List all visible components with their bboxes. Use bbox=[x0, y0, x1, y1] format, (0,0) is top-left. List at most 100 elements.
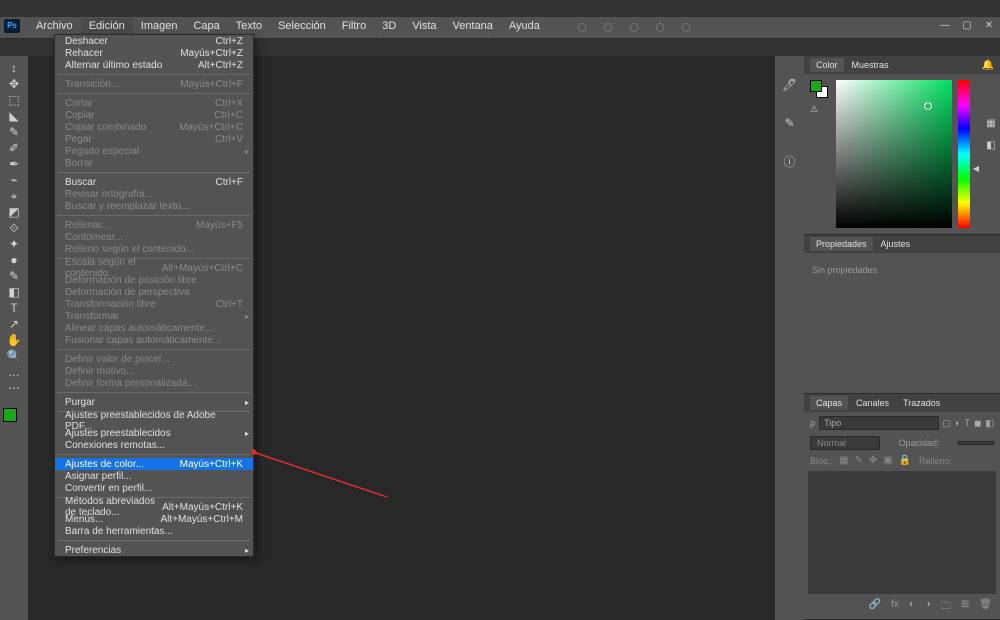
tool-icon[interactable]: ✎ bbox=[2, 124, 26, 140]
tool-icon[interactable]: ↕ bbox=[2, 60, 26, 76]
notifications-icon[interactable]: 🔔 bbox=[982, 60, 994, 71]
lock-pixels-icon[interactable]: ▦ bbox=[839, 455, 848, 466]
lock-brush-icon[interactable]: ✎ bbox=[854, 455, 862, 466]
tool-icon[interactable]: … bbox=[2, 364, 26, 380]
mode3d-icon: ⬡ bbox=[572, 19, 592, 37]
info-icon[interactable]: ⓘ bbox=[781, 152, 799, 170]
menu-item-label: Alinear capas automáticamente... bbox=[65, 323, 213, 334]
lock-artboard-icon[interactable]: ▣ bbox=[883, 455, 892, 466]
menu-ventana[interactable]: Ventana bbox=[445, 18, 501, 34]
menu-item[interactable]: Preferencias bbox=[55, 544, 253, 556]
opacity-input[interactable] bbox=[958, 441, 994, 445]
menu-item[interactable]: RehacerMayús+Ctrl+Z bbox=[55, 47, 253, 59]
restore-button[interactable]: ▢ bbox=[956, 20, 978, 31]
tool-icon[interactable]: ● bbox=[2, 252, 26, 268]
tool-icon[interactable]: ✦ bbox=[2, 236, 26, 252]
menu-vista[interactable]: Vista bbox=[404, 18, 444, 34]
link-layers-icon[interactable]: 🔗 bbox=[869, 599, 881, 616]
tool-icon[interactable]: ✒ bbox=[2, 156, 26, 172]
menu-selección[interactable]: Selección bbox=[270, 18, 334, 34]
menu-texto[interactable]: Texto bbox=[228, 18, 270, 34]
expand-panel-icon[interactable]: ▦ bbox=[984, 116, 998, 130]
tool-icon[interactable]: ◩ bbox=[2, 204, 26, 220]
color-field[interactable] bbox=[836, 80, 952, 228]
blend-mode-select[interactable]: Normal bbox=[810, 436, 880, 450]
layer-mask-icon[interactable]: ◐ bbox=[909, 599, 915, 616]
layer-filter-icon[interactable]: T bbox=[965, 418, 971, 428]
menu-item[interactable]: Métodos abreviados de teclado...Alt+Mayú… bbox=[55, 501, 253, 513]
menu-item[interactable]: Convertir en perfil... bbox=[55, 482, 253, 494]
menu-item[interactable]: Asignar perfil... bbox=[55, 470, 253, 482]
layer-filter-icon[interactable]: ▢ bbox=[943, 418, 952, 429]
layer-filter-icon[interactable]: ◧ bbox=[985, 418, 994, 429]
tab-adjustments[interactable]: Ajustes bbox=[875, 237, 917, 251]
menu-bar: Ps ArchivoEdiciónImagenCapaTextoSelecció… bbox=[0, 17, 1000, 34]
menu-archivo[interactable]: Archivo bbox=[28, 18, 81, 34]
hue-slider[interactable] bbox=[958, 80, 970, 228]
layer-list[interactable] bbox=[808, 471, 996, 594]
tool-icon[interactable]: ✐ bbox=[2, 140, 26, 156]
menu-3d[interactable]: 3D bbox=[374, 18, 404, 34]
menu-item-label: Pegar bbox=[65, 134, 92, 145]
color-swatch-pair[interactable] bbox=[810, 80, 828, 98]
tab-swatches[interactable]: Muestras bbox=[846, 58, 895, 72]
menu-item-shortcut: Alt+Mayús+Ctrl+M bbox=[160, 514, 243, 525]
menu-imagen[interactable]: Imagen bbox=[133, 18, 186, 34]
expand-panel-icon[interactable]: ◧ bbox=[984, 138, 998, 152]
tool-icon[interactable]: ⟐ bbox=[2, 220, 26, 236]
menu-item[interactable]: Conexiones remotas... bbox=[55, 439, 253, 451]
group-icon[interactable]: 🗀 bbox=[941, 599, 951, 616]
layer-filter-kind-icon[interactable]: ρ bbox=[810, 418, 815, 428]
menu-edición[interactable]: Edición bbox=[81, 18, 133, 34]
menu-item[interactable]: Barra de herramientas... bbox=[55, 525, 253, 537]
menu-item: Escala según el contenidoAlt+Mayús+Ctrl+… bbox=[55, 262, 253, 274]
menu-capa[interactable]: Capa bbox=[185, 18, 227, 34]
menu-item[interactable]: Purgar bbox=[55, 396, 253, 408]
delete-layer-icon[interactable]: 🗑 bbox=[979, 599, 992, 616]
history-icon[interactable]: 🖊 bbox=[781, 76, 799, 94]
tool-icon[interactable]: ⌁ bbox=[2, 172, 26, 188]
menu-item[interactable]: DeshacerCtrl+Z bbox=[55, 35, 253, 47]
tool-icon[interactable]: 🔍 bbox=[2, 348, 26, 364]
lock-all-icon[interactable]: 🔒 bbox=[899, 455, 911, 466]
tab-channels[interactable]: Canales bbox=[850, 396, 895, 410]
layer-fx-icon[interactable]: fx bbox=[891, 599, 899, 616]
menu-item: Pegado especial bbox=[55, 145, 253, 157]
lock-move-icon[interactable]: ✥ bbox=[869, 455, 877, 466]
adjustment-layer-icon[interactable]: ◑ bbox=[925, 599, 931, 616]
tool-icon[interactable]: ✥ bbox=[2, 76, 26, 92]
tab-color[interactable]: Color bbox=[810, 58, 844, 72]
tool-icon[interactable]: ✎ bbox=[2, 268, 26, 284]
tool-icon[interactable]: ◣ bbox=[2, 108, 26, 124]
layer-filter-type[interactable]: Tipo bbox=[819, 416, 938, 430]
layer-filter-icon[interactable]: ◼ bbox=[974, 418, 981, 429]
brush-icon[interactable]: ✎ bbox=[781, 114, 799, 132]
menu-item-label: Cortar bbox=[65, 98, 93, 109]
menu-item[interactable]: Ajustes de color...Mayús+Ctrl+K bbox=[55, 458, 253, 470]
opacity-label: Opacidad: bbox=[898, 438, 939, 448]
tool-icon[interactable]: ◧ bbox=[2, 284, 26, 300]
menu-ayuda[interactable]: Ayuda bbox=[501, 18, 548, 34]
menu-item-label: Conexiones remotas... bbox=[65, 440, 165, 451]
foreground-swatch[interactable] bbox=[3, 408, 17, 422]
menu-filtro[interactable]: Filtro bbox=[334, 18, 374, 34]
menu-item[interactable]: BuscarCtrl+F bbox=[55, 176, 253, 188]
tool-icon[interactable]: ↗ bbox=[2, 316, 26, 332]
tool-icon[interactable]: T bbox=[2, 300, 26, 316]
menu-item[interactable]: Alternar último estadoAlt+Ctrl+Z bbox=[55, 59, 253, 71]
layer-filter-icon[interactable]: ◐ bbox=[955, 418, 960, 428]
menu-item[interactable]: Ajustes preestablecidos de Adobe PDF... bbox=[55, 415, 253, 427]
menu-item[interactable]: Ajustes preestablecidos bbox=[55, 427, 253, 439]
minimize-button[interactable]: — bbox=[934, 20, 956, 31]
tool-icon[interactable]: ⋯ bbox=[2, 380, 26, 396]
tab-paths[interactable]: Trazados bbox=[897, 396, 946, 410]
tool-icon[interactable]: ⌖ bbox=[2, 188, 26, 204]
tool-icon[interactable]: ✋ bbox=[2, 332, 26, 348]
close-button[interactable]: ✕ bbox=[978, 20, 1000, 31]
menu-item: Transformación libreCtrl+T bbox=[55, 298, 253, 310]
tab-properties[interactable]: Propiedades bbox=[810, 237, 873, 251]
new-layer-icon[interactable]: ⊞ bbox=[961, 599, 969, 616]
tab-layers[interactable]: Capas bbox=[810, 396, 848, 410]
tool-icon[interactable]: ⬚ bbox=[2, 92, 26, 108]
menu-item[interactable]: Menús...Alt+Mayús+Ctrl+M bbox=[55, 513, 253, 525]
